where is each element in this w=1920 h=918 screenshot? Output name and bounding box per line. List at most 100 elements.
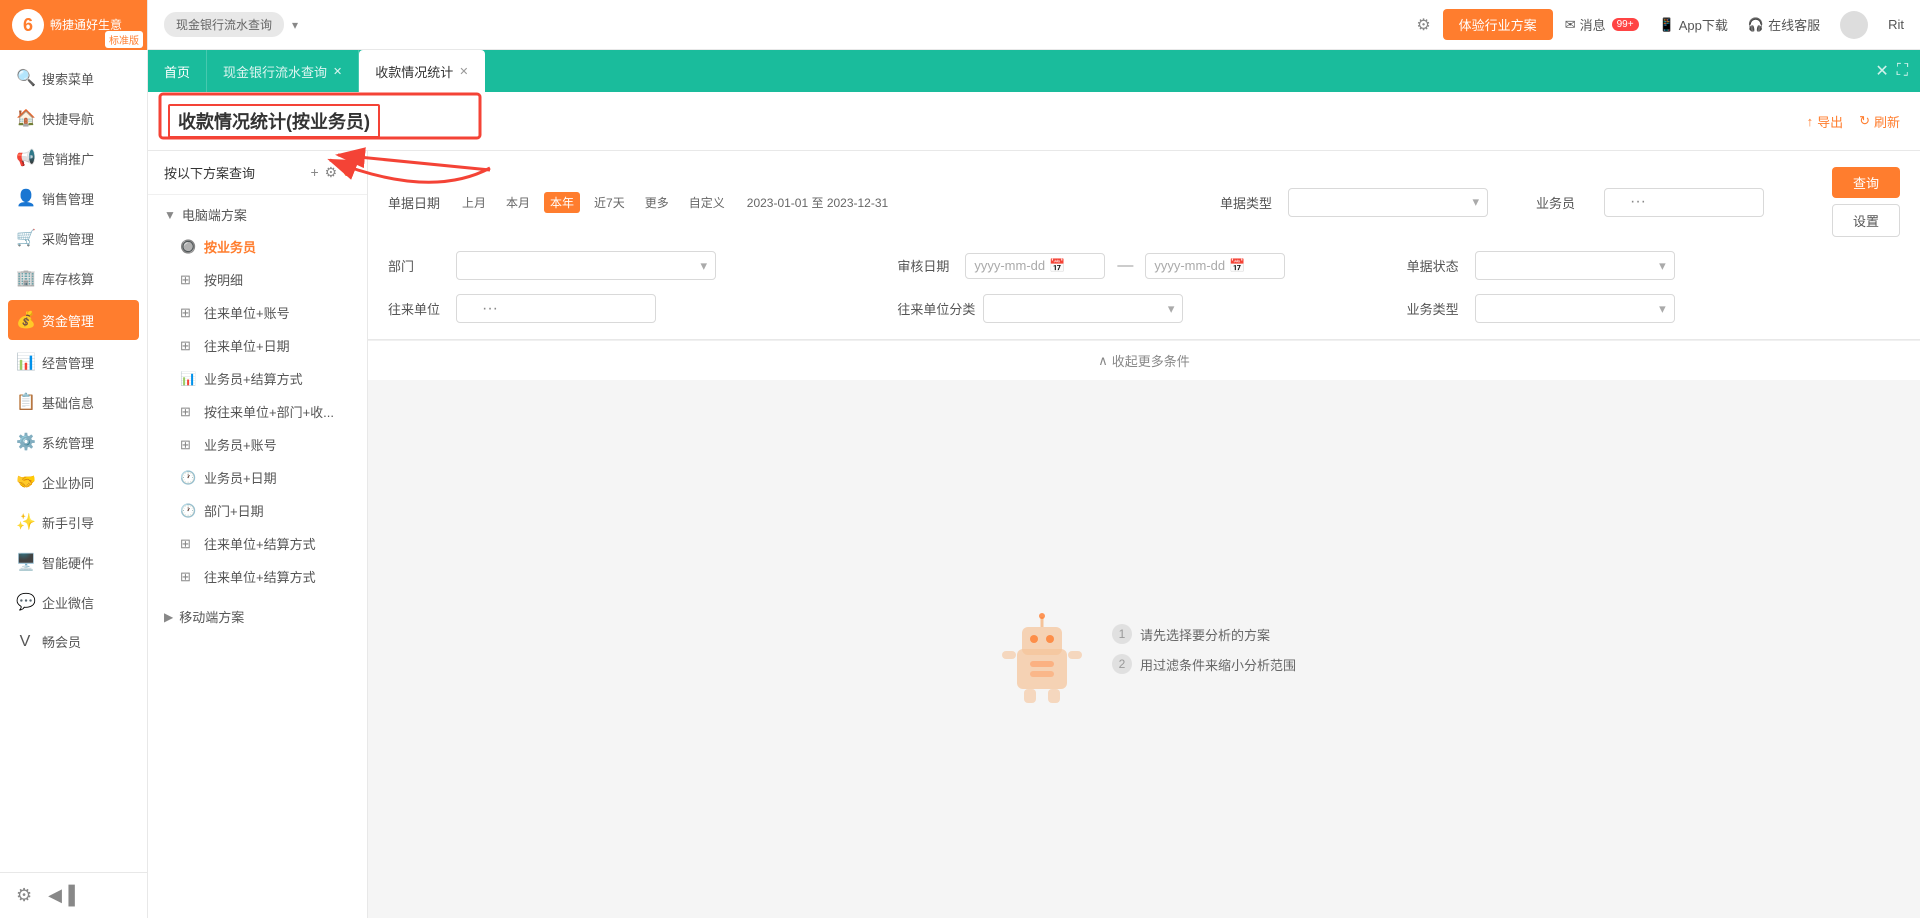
filter-reviewdate-item: 审核日期 yyyy-mm-dd 📅 — yyyy-mm-dd 📅	[897, 253, 1390, 279]
export-button[interactable]: ↑ 导出	[1807, 112, 1844, 131]
scheme-item-partner-calc2[interactable]: ⊞ 往来单位+结算方式	[148, 560, 367, 593]
online-service-item[interactable]: 🎧 在线客服	[1748, 15, 1820, 34]
main-area: 现金银行流水查询 ▾ ⚙ 体验行业方案 ✉ 消息 99+ 📱 App下载 🎧 在…	[148, 0, 1920, 918]
system-icon: ⚙️	[16, 432, 34, 452]
dept-select[interactable]: ▾	[456, 251, 716, 280]
scheme-item-by-salesman[interactable]: 🔘 按业务员	[148, 230, 367, 263]
doctype-select[interactable]: ▾	[1288, 188, 1488, 217]
hardware-icon: 🖥️	[16, 552, 34, 572]
business-type-value	[1484, 299, 1497, 318]
scheme-group-mobile: ▶ 移动端方案	[148, 597, 367, 636]
filter-row-3: 往来单位 ··· 往来单位分类 ▾	[388, 294, 1900, 323]
sidebar-item-system[interactable]: ⚙️ 系统管理	[0, 422, 147, 462]
doctype-label: 单据类型	[1220, 193, 1280, 212]
salesman-more-icon[interactable]: ···	[1630, 193, 1646, 211]
tab-cashflow-close[interactable]: ✕	[333, 65, 342, 78]
date-tab-thisyear[interactable]: 本年	[544, 192, 580, 213]
salesman-select[interactable]: ···	[1604, 188, 1764, 217]
sidebar-item-beginner[interactable]: ✨ 新手引导	[0, 502, 147, 542]
scheme-item-dept-date[interactable]: 🕐 部门+日期	[148, 494, 367, 527]
docstatus-chevron-icon: ▾	[1659, 258, 1666, 274]
sidebar-item-basic[interactable]: 📋 基础信息	[0, 382, 147, 422]
tab-close-all-icon[interactable]: ✕	[1875, 61, 1888, 81]
scheme-group-mobile-header[interactable]: ▶ 移动端方案	[148, 601, 367, 632]
sidebar-item-search[interactable]: 🔍 搜索菜单	[0, 58, 147, 98]
scheme-settings-icon[interactable]: ⚙	[325, 164, 338, 181]
review-date-to[interactable]: yyyy-mm-dd 📅	[1145, 253, 1285, 279]
scheme-item-salesman-calc[interactable]: 📊 业务员+结算方式	[148, 362, 367, 395]
date-tab-custom[interactable]: 自定义	[683, 192, 731, 213]
sidebar-item-member[interactable]: V 畅会员	[0, 622, 147, 661]
sidebar-item-inventory[interactable]: 🏢 库存核算	[0, 258, 147, 298]
partner-more-icon[interactable]: ···	[482, 300, 498, 318]
refresh-button[interactable]: ↻ 刷新	[1859, 112, 1900, 131]
purchase-icon: 🛒	[16, 228, 34, 248]
scheme-item-icon-partner-account: ⊞	[180, 305, 196, 321]
calendar-to-icon[interactable]: 📅	[1229, 258, 1245, 274]
sidebar-item-sales[interactable]: 👤 销售管理	[0, 178, 147, 218]
filter-partner-item: 往来单位 ···	[388, 294, 881, 323]
partner-category-chevron-icon: ▾	[1168, 301, 1175, 317]
collapse-icon: ∧	[1098, 353, 1108, 369]
message-icon: ✉	[1565, 17, 1576, 33]
messages-item[interactable]: ✉ 消息 99+	[1565, 15, 1639, 34]
scheme-add-icon[interactable]: +	[310, 164, 318, 181]
sidebar-item-capital[interactable]: 💰 资金管理	[8, 300, 139, 340]
date-tab-more[interactable]: 更多	[639, 192, 675, 213]
header-settings-icon[interactable]: ⚙	[1416, 15, 1430, 35]
partner-select[interactable]: ···	[456, 294, 656, 323]
scheme-item-salesman-date[interactable]: 🕐 业务员+日期	[148, 461, 367, 494]
sidebar-item-quicknav[interactable]: 🏠 快捷导航	[0, 98, 147, 138]
sidebar-item-marketing[interactable]: 📢 营销推广	[0, 138, 147, 178]
tab-expand-icon[interactable]: ⛶	[1897, 62, 1908, 80]
business-type-select[interactable]: ▾	[1475, 294, 1675, 323]
settings-button[interactable]: 设置	[1832, 204, 1900, 237]
beginner-icon: ✨	[16, 512, 34, 532]
scheme-collapse-icon[interactable]: «	[343, 164, 351, 181]
docstatus-label: 单据状态	[1407, 256, 1467, 275]
scheme-item-partner-date[interactable]: ⊞ 往来单位+日期	[148, 329, 367, 362]
settings-bottom-icon[interactable]: ⚙	[16, 885, 32, 906]
scheme-panel-header: 按以下方案查询 + ⚙ «	[148, 151, 367, 195]
scheme-item-partner-calc[interactable]: ⊞ 往来单位+结算方式	[148, 527, 367, 560]
avatar[interactable]	[1840, 11, 1868, 39]
hint-item-1: 1 请先选择要分析的方案	[1112, 624, 1296, 644]
tab-home[interactable]: 首页	[148, 50, 207, 92]
date-tab-last7[interactable]: 近7天	[588, 192, 631, 213]
scheme-item-by-detail[interactable]: ⊞ 按明细	[148, 263, 367, 296]
tab-cashflow[interactable]: 现金银行流水查询 ✕	[207, 50, 359, 92]
scheme-item-icon-salesman: 🔘	[180, 239, 196, 255]
date-tab-thismonth[interactable]: 本月	[500, 192, 536, 213]
sidebar-item-purchase[interactable]: 🛒 采购管理	[0, 218, 147, 258]
sidebar-item-wechat[interactable]: 💬 企业微信	[0, 582, 147, 622]
tab-collection-close[interactable]: ✕	[459, 65, 468, 78]
scheme-group-pc-header[interactable]: ▼ 电脑端方案	[148, 199, 367, 230]
collapse-bar[interactable]: ∧ 收起更多条件	[368, 340, 1920, 380]
sidebar-item-operation[interactable]: 📊 经营管理	[0, 342, 147, 382]
scheme-item-salesman-account[interactable]: ⊞ 业务员+账号	[148, 428, 367, 461]
salesman-select-value	[1613, 193, 1626, 212]
scheme-item-partner-account[interactable]: ⊞ 往来单位+账号	[148, 296, 367, 329]
partner-category-select[interactable]: ▾	[983, 294, 1183, 323]
collapse-sidebar-icon[interactable]: ◀▐	[48, 885, 75, 906]
hint-num-1: 1	[1112, 624, 1132, 644]
app-download-item[interactable]: 📱 App下载	[1659, 15, 1728, 34]
query-button[interactable]: 查询	[1832, 167, 1900, 198]
sidebar-item-enterprise[interactable]: 🤝 企业协同	[0, 462, 147, 502]
tab-collection[interactable]: 收款情况统计 ✕	[359, 50, 485, 92]
breadcrumb-dropdown-icon[interactable]: ▾	[292, 18, 298, 32]
scheme-item-partner-dept[interactable]: ⊞ 按往来单位+部门+收...	[148, 395, 367, 428]
sidebar-item-hardware[interactable]: 🖥️ 智能硬件	[0, 542, 147, 582]
calendar-from-icon[interactable]: 📅	[1049, 258, 1065, 274]
scheme-item-icon-partner-calc2: ⊞	[180, 569, 196, 585]
partner-label: 往来单位	[388, 299, 448, 318]
trial-button[interactable]: 体验行业方案	[1443, 9, 1553, 40]
date-tab-lastmonth[interactable]: 上月	[456, 192, 492, 213]
tab-bar-right: ✕ ⛶	[1875, 61, 1920, 81]
message-badge: 99+	[1612, 18, 1639, 31]
docstatus-select[interactable]: ▾	[1475, 251, 1675, 280]
scheme-item-icon-partner-calc: ⊞	[180, 536, 196, 552]
review-date-from[interactable]: yyyy-mm-dd 📅	[965, 253, 1105, 279]
filter-buttons: 查询 设置	[1832, 167, 1900, 237]
service-icon: 🎧	[1748, 17, 1764, 33]
